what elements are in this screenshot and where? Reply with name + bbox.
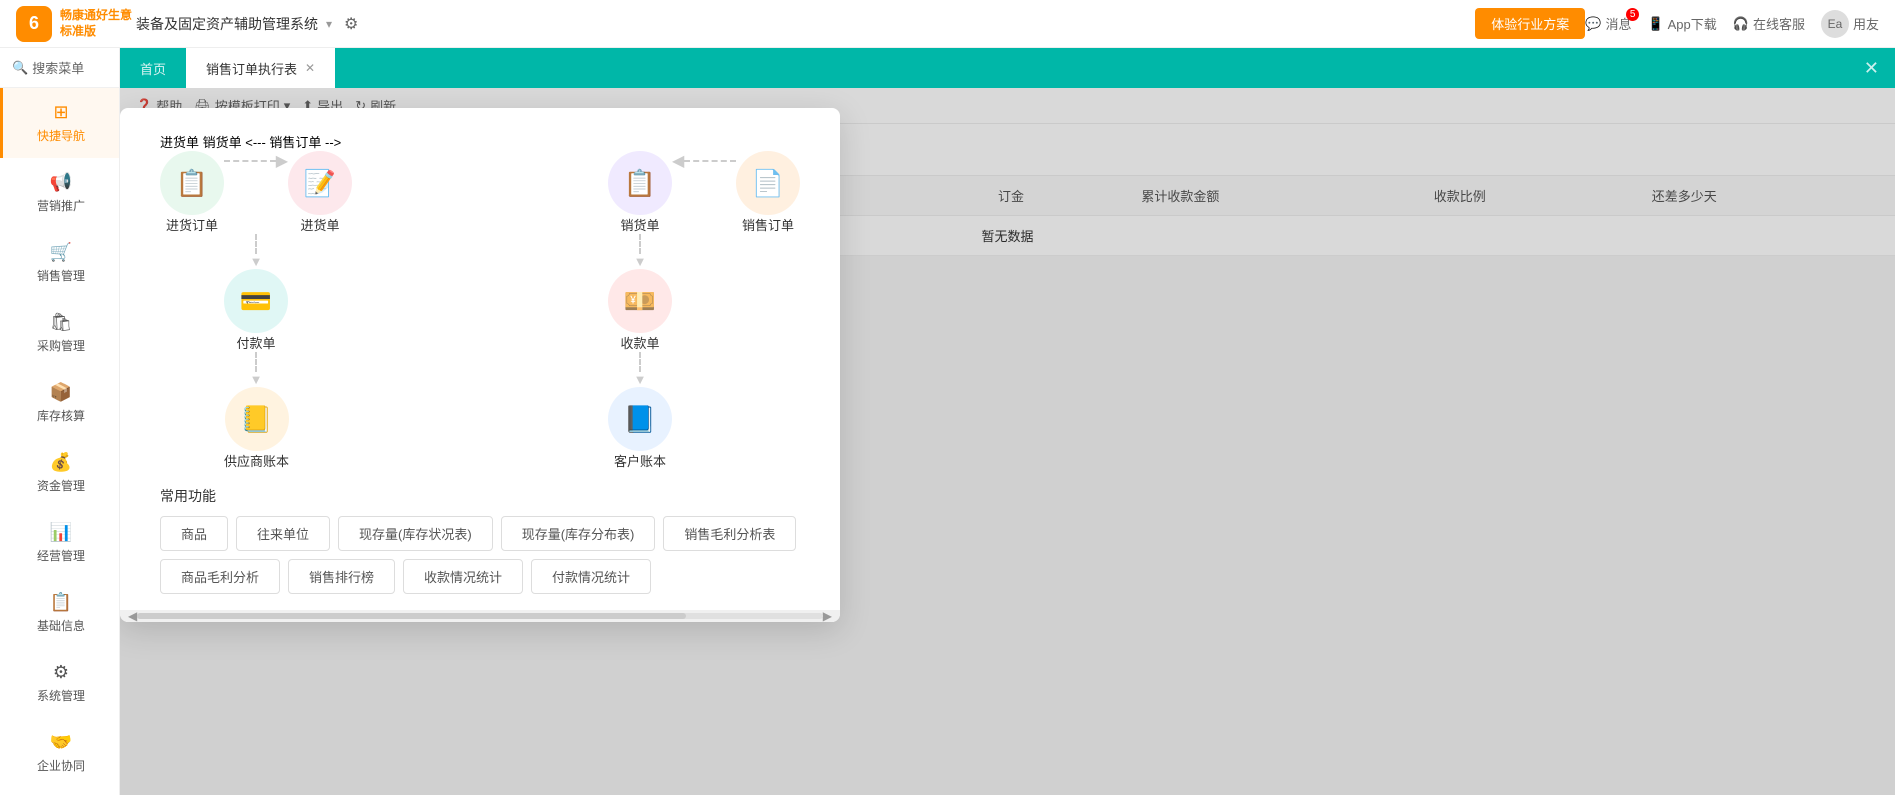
page-content: ❓ 帮助 🖨 按模板打印 ▾ ⬆ 导出 ↻ 刷新 <box>120 88 1895 795</box>
inventory-icon: 📦 <box>50 382 72 403</box>
common-func-btn[interactable]: 商品 <box>160 516 228 551</box>
sidebar-item-purchase-mgmt[interactable]: 🛍 采购管理 <box>0 298 119 368</box>
sales-icon: 🛒 <box>50 242 72 263</box>
common-func-btn[interactable]: 商品毛利分析 <box>160 559 280 594</box>
sales-receipt-label: 销货单 <box>620 215 659 234</box>
scrollbar-thumb <box>137 613 685 619</box>
messages-badge: 5 <box>1626 8 1640 21</box>
tab-bar: 首页 销售订单执行表 ✕ ✕ <box>120 48 1895 88</box>
supplier-ledger-icon: 📒 <box>225 387 289 451</box>
scroll-left-arrow[interactable]: ◀ <box>128 609 137 622</box>
message-icon: 💬 <box>1585 16 1601 32</box>
scroll-right-arrow[interactable]: ▶ <box>823 609 832 622</box>
gear-icon[interactable]: ⚙ <box>344 14 358 34</box>
sidebar-item-enterprise[interactable]: 🤝 企业协同 <box>0 718 119 788</box>
common-functions-section: 常用功能 商品往来单位现存量(库存状况表)现存量(库存分布表)销售毛利分析表商品… <box>120 478 840 610</box>
system-title: 装备及固定资产辅助管理系统 <box>136 14 318 34</box>
common-func-btn[interactable]: 销售毛利分析表 <box>663 516 796 551</box>
sales-receipt-icon: 📋 <box>608 151 672 215</box>
app-logo: 6 畅康通好生意 标准版 <box>16 6 136 42</box>
purchase-order-label: 进货订单 <box>166 215 218 234</box>
sidebar-item-operations[interactable]: 📊 经营管理 <box>0 508 119 578</box>
common-func-btn[interactable]: 收款情况统计 <box>403 559 523 594</box>
basic-info-icon: 📋 <box>50 592 72 613</box>
common-functions-title: 常用功能 <box>160 486 800 506</box>
common-func-btn[interactable]: 现存量(库存分布表) <box>501 516 656 551</box>
sidebar-item-finance[interactable]: 💰 资金管理 <box>0 438 119 508</box>
avatar: Ea <box>1821 10 1849 38</box>
purchase-order-icon: 📋 <box>160 151 224 215</box>
common-buttons-row: 商品往来单位现存量(库存状况表)现存量(库存分布表)销售毛利分析表商品毛利分析销… <box>160 516 800 594</box>
supplier-ledger-node: 📒 供应商账本 <box>224 387 289 470</box>
payment-slip-label: 付款单 <box>236 333 275 352</box>
customer-ledger-label: 客户账本 <box>614 451 666 470</box>
system-dropdown-arrow[interactable]: ▾ <box>326 17 332 31</box>
sidebar-item-marketing[interactable]: 📢 营销推广 <box>0 158 119 228</box>
sidebar-item-newbie[interactable]: 📖 新手引导 <box>0 788 119 795</box>
receipt-slip-label: 收款单 <box>620 333 659 352</box>
common-func-btn[interactable]: 销售排行榜 <box>288 559 395 594</box>
sidebar-item-sales-mgmt[interactable]: 🛒 销售管理 <box>0 228 119 298</box>
close-all-tabs-btn[interactable]: ✕ <box>1848 58 1895 79</box>
purchase-icon: 🛍 <box>50 312 73 333</box>
receipt-slip-node: 💴 收款单 <box>608 269 672 352</box>
online-service-btn[interactable]: 🎧 在线客服 <box>1733 14 1805 33</box>
tab-home[interactable]: 首页 <box>120 48 186 88</box>
phone-icon: 📱 <box>1647 16 1663 32</box>
quick-nav-icon: ⊞ <box>53 102 68 123</box>
content-area: 首页 销售订单执行表 ✕ ✕ ❓ 帮助 🖨 按 <box>120 48 1895 795</box>
popup-overlay: 进货单 销货单 <--- 销售订单 --> 📋 进货订单 <box>120 88 1895 795</box>
tab-close-icon[interactable]: ✕ <box>305 61 315 75</box>
user-menu-btn[interactable]: Ea 用友 <box>1821 10 1879 38</box>
logo-icon: 6 <box>16 6 52 42</box>
service-icon: 🎧 <box>1733 16 1749 32</box>
common-func-btn[interactable]: 付款情况统计 <box>531 559 651 594</box>
payment-slip-icon: 💳 <box>224 269 288 333</box>
messages-btn[interactable]: 💬 消息 5 <box>1585 14 1631 33</box>
marketing-icon: 📢 <box>50 172 72 193</box>
system-title-area: 装备及固定资产辅助管理系统 ▾ ⚙ <box>136 14 1467 34</box>
sales-order-icon: 📄 <box>736 151 800 215</box>
topbar-right-area: 💬 消息 5 📱 App下载 🎧 在线客服 Ea 用友 <box>1585 10 1879 38</box>
purchase-receipt-node: 📝 进货单 <box>288 151 352 234</box>
purchase-receipt-label: 进货单 <box>300 215 339 234</box>
payment-slip-node: 💳 付款单 <box>224 269 288 352</box>
logo-text: 畅康通好生意 标准版 <box>60 8 132 39</box>
common-func-btn[interactable]: 往来单位 <box>236 516 330 551</box>
sales-order-node: 📄 销售订单 <box>736 151 800 234</box>
customer-ledger-icon: 📘 <box>608 387 672 451</box>
sidebar-item-quick-nav[interactable]: ⊞ 快捷导航 <box>0 88 119 158</box>
supplier-ledger-label: 供应商账本 <box>224 451 289 470</box>
tab-sales-orders[interactable]: 销售订单执行表 ✕ <box>186 48 335 88</box>
purchase-receipt-icon: 📝 <box>288 151 352 215</box>
system-icon: ⚙ <box>53 662 69 683</box>
enterprise-icon: 🤝 <box>50 732 72 753</box>
sales-order-label: 销售订单 <box>742 215 794 234</box>
search-menu-btn[interactable]: 🔍 搜索菜单 <box>0 48 119 88</box>
sales-receipt-node: 📋 销货单 <box>608 151 672 234</box>
sidebar: 🔍 搜索菜单 ⊞ 快捷导航 📢 营销推广 🛒 销售管理 🛍 采购管理 📦 <box>0 48 120 795</box>
popup-box: 进货单 销货单 <--- 销售订单 --> 📋 进货订单 <box>120 108 840 622</box>
sidebar-item-system-mgmt[interactable]: ⚙ 系统管理 <box>0 648 119 718</box>
flow-diagram: 进货单 销货单 <--- 销售订单 --> 📋 进货订单 <box>120 108 840 478</box>
operations-icon: 📊 <box>50 522 72 543</box>
finance-icon: 💰 <box>50 452 72 473</box>
popup-scrollbar[interactable]: ◀ ▶ <box>120 610 840 622</box>
sidebar-item-basic-info[interactable]: 📋 基础信息 <box>0 578 119 648</box>
common-func-btn[interactable]: 现存量(库存状况表) <box>338 516 493 551</box>
customer-ledger-node: 📘 客户账本 <box>608 387 672 470</box>
sidebar-item-inventory[interactable]: 📦 库存核算 <box>0 368 119 438</box>
scrollbar-track[interactable] <box>137 613 823 619</box>
purchase-order-node: 📋 进货订单 <box>160 151 224 234</box>
app-download-btn[interactable]: 📱 App下载 <box>1647 14 1716 33</box>
experience-btn[interactable]: 体验行业方案 <box>1475 8 1585 39</box>
search-icon: 🔍 <box>12 60 28 76</box>
receipt-slip-icon: 💴 <box>608 269 672 333</box>
